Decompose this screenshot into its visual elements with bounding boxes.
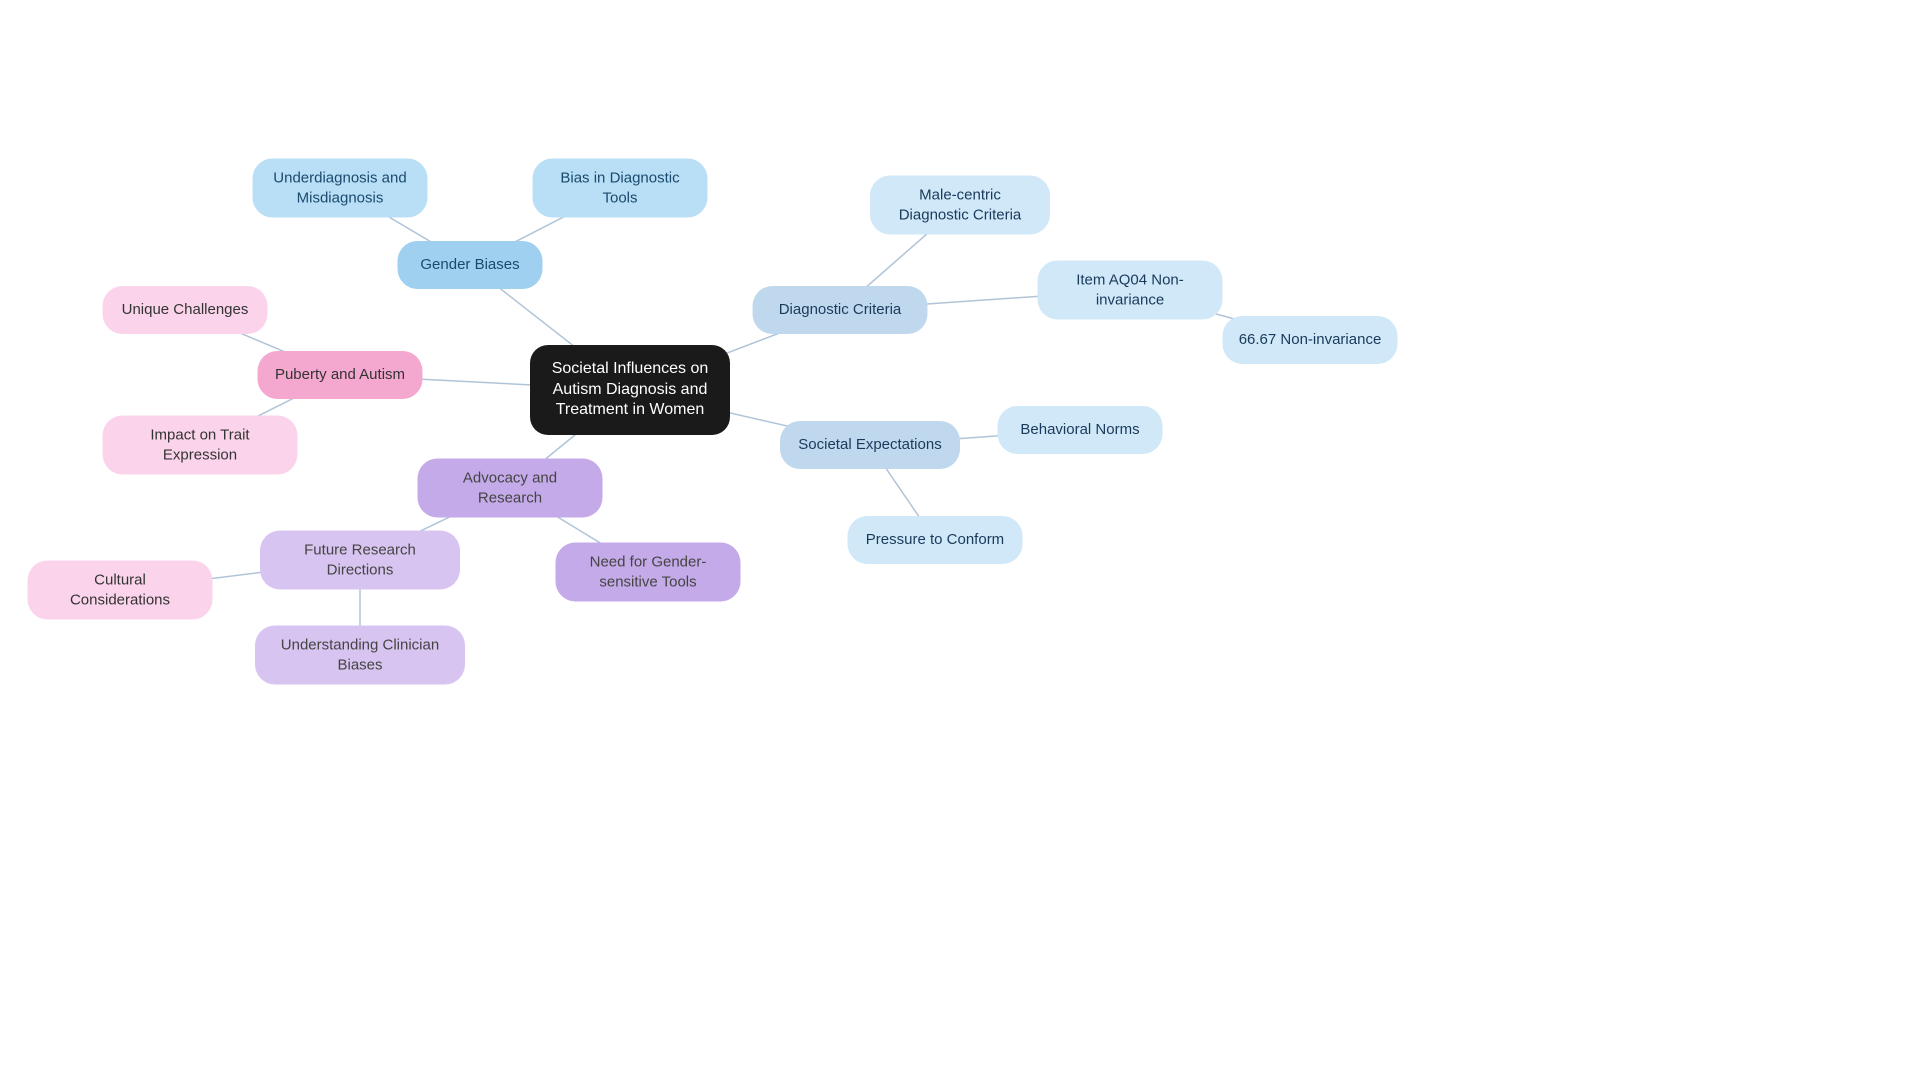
node-pressure-conform[interactable]: Pressure to Conform	[848, 516, 1023, 564]
node-understanding-clinician[interactable]: Understanding Clinician Biases	[255, 626, 465, 685]
node-impact-trait[interactable]: Impact on Trait Expression	[103, 416, 298, 475]
mind-map-container: Societal Influences on Autism Diagnosis …	[0, 0, 1920, 1083]
node-non-invariance-6667[interactable]: 66.67 Non-invariance	[1223, 316, 1398, 364]
node-male-centric[interactable]: Male-centric Diagnostic Criteria	[870, 176, 1050, 235]
node-cultural-considerations[interactable]: Cultural Considerations	[28, 561, 213, 620]
node-unique-challenges[interactable]: Unique Challenges	[103, 286, 268, 334]
node-puberty-autism[interactable]: Puberty and Autism	[258, 351, 423, 399]
node-item-aq04[interactable]: Item AQ04 Non-invariance	[1038, 261, 1223, 320]
node-underdiagnosis[interactable]: Underdiagnosis and Misdiagnosis	[253, 159, 428, 218]
node-future-research[interactable]: Future Research Directions	[260, 531, 460, 590]
node-center[interactable]: Societal Influences on Autism Diagnosis …	[530, 345, 730, 435]
node-behavioral-norms[interactable]: Behavioral Norms	[998, 406, 1163, 454]
node-bias-diagnostic-tools[interactable]: Bias in Diagnostic Tools	[533, 159, 708, 218]
node-need-gender-tools[interactable]: Need for Gender-sensitive Tools	[556, 543, 741, 602]
node-gender-biases[interactable]: Gender Biases	[398, 241, 543, 289]
node-advocacy-research[interactable]: Advocacy and Research	[418, 459, 603, 518]
node-societal-expectations[interactable]: Societal Expectations	[780, 421, 960, 469]
node-diagnostic-criteria[interactable]: Diagnostic Criteria	[753, 286, 928, 334]
